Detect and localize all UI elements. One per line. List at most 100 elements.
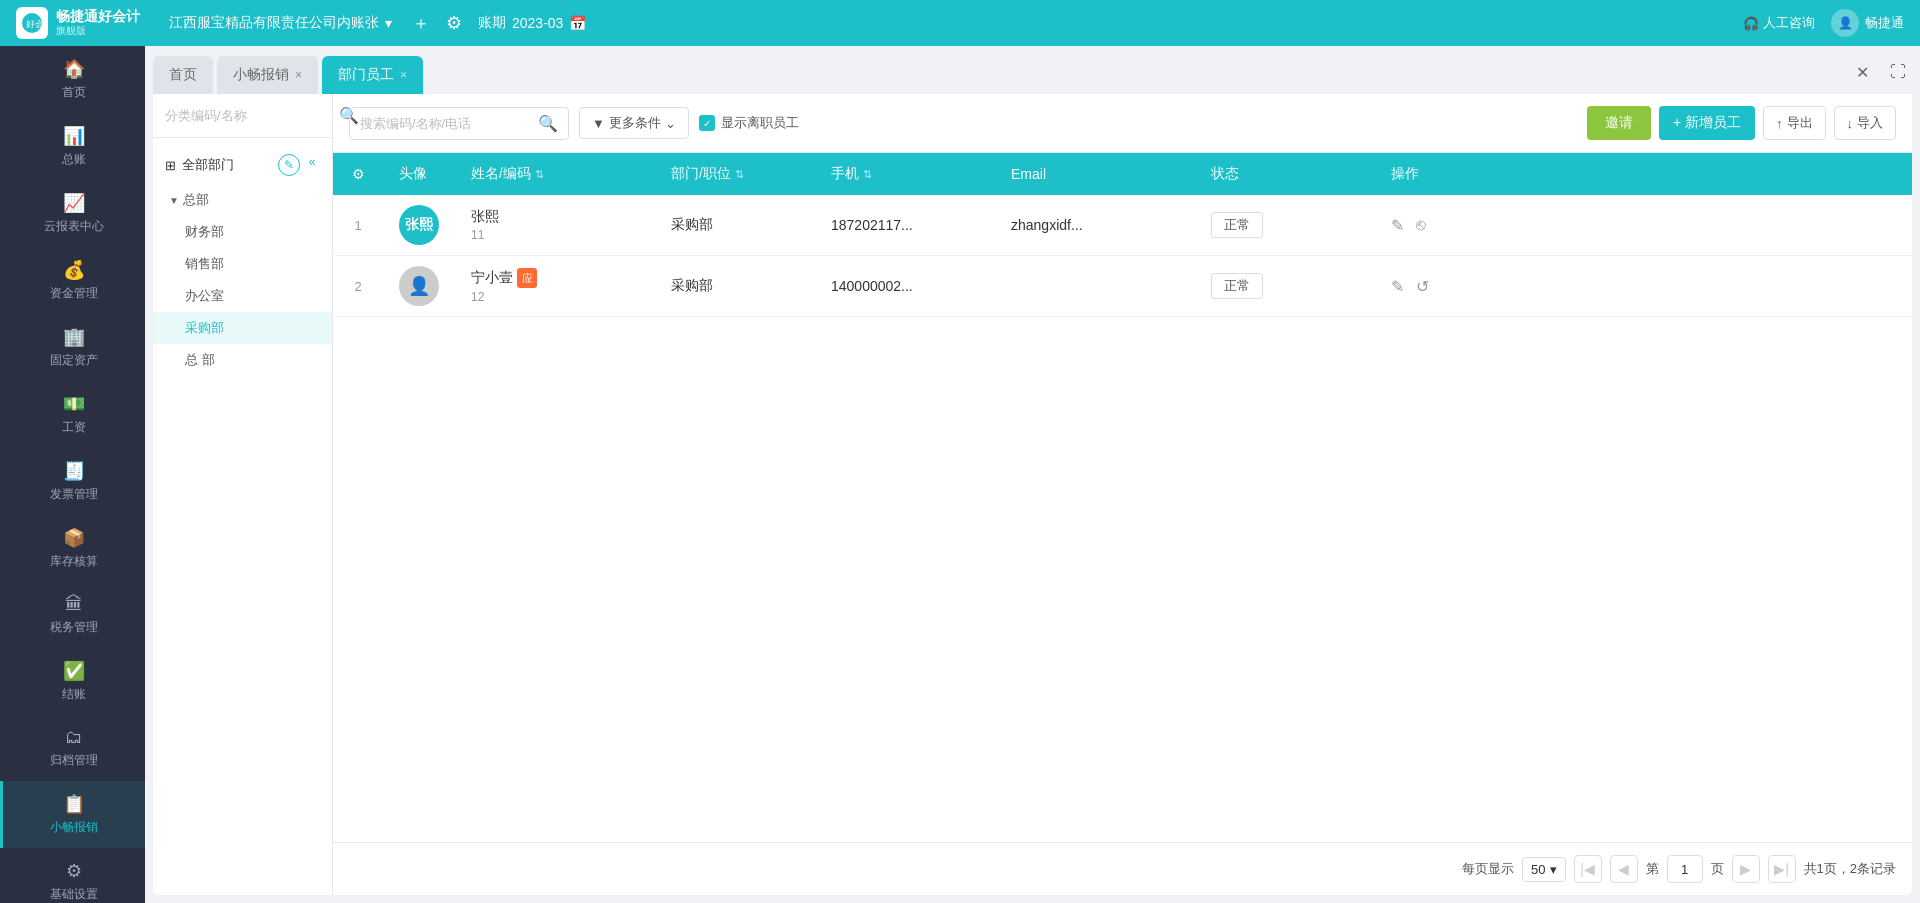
import-label: 导入 [1857,114,1883,132]
sidebar-item-ledger[interactable]: 📊 总账 [0,113,145,180]
user-area[interactable]: 👤 畅捷通 [1831,9,1904,37]
row2-email-cell [995,256,1195,317]
close-tab-button[interactable]: ✕ [1848,58,1876,86]
sidebar-item-home[interactable]: 🏠 首页 [0,46,145,113]
col-status: 状态 [1195,153,1375,195]
tab-dept-employee[interactable]: 部门员工 × [322,56,423,94]
dept-search-input[interactable] [165,108,333,123]
current-page-input[interactable] [1667,855,1703,883]
export-button[interactable]: ↑ 导出 [1763,106,1826,140]
checkout-icon: ✅ [63,660,85,682]
sidebar-item-archive[interactable]: 🗂 归档管理 [0,715,145,781]
sidebar-item-reports[interactable]: 📈 云报表中心 [0,180,145,247]
tab-dept-close[interactable]: × [400,68,407,82]
col-dept[interactable]: 部门/职位 ⇅ [655,153,815,195]
dept-node-caiwu[interactable]: 财务部 [153,216,332,248]
employee-search-input[interactable] [360,116,532,131]
show-resigned-checkbox[interactable]: ✓ [699,115,715,131]
dept-tree: ⊞ 全部部门 ✎ « ▼ 总部 [153,138,332,895]
employee-toolbar: 🔍 ▼ 更多条件 ⌄ ✓ 显示离职员工 邀请 [333,94,1912,153]
invite-button[interactable]: 邀请 [1587,106,1651,140]
add-button[interactable]: ＋ [412,11,430,35]
row2-refresh-icon[interactable]: ↺ [1416,277,1429,296]
collapse-tree-icon[interactable]: « [304,154,320,170]
dept-node-xiaoshou[interactable]: 销售部 [153,248,332,280]
row1-edit-icon[interactable]: ✎ [1391,216,1404,235]
logo-area: 好会计 畅捷通好会计 旗舰版 [16,7,161,39]
sidebar-label-xiaochang: 小畅报销 [50,819,98,836]
row1-logout-icon[interactable]: ⎋ [1416,216,1426,234]
import-button[interactable]: ↓ 导入 [1834,106,1897,140]
sidebar-item-funds[interactable]: 💰 资金管理 [0,247,145,314]
row2-name: 宁小壹 [471,269,513,287]
col-settings: ⚙ [333,153,383,195]
sidebar-item-tax[interactable]: 🏛 税务管理 [0,582,145,648]
filter-icon: ▼ [592,116,605,131]
tab-xiaochang-close[interactable]: × [295,68,302,82]
employee-table-body: 1 张熙 张熙 11 [333,195,1912,317]
dept-sort-icon: ⇅ [735,168,744,180]
row1-status-cell: 正常 [1195,195,1375,256]
col-name[interactable]: 姓名/编码 ⇅ [455,153,655,195]
search-icon[interactable]: 🔍 [538,114,558,133]
dept-node-bangongshi[interactable]: 办公室 [153,280,332,312]
expand-tab-button[interactable]: ⛶ [1884,58,1912,86]
settings-button[interactable]: ⚙ [446,12,462,34]
col-email: Email [995,153,1195,195]
user-name: 畅捷通 [1865,14,1904,32]
last-page-button[interactable]: ▶| [1768,855,1796,883]
dept-node-zongbu-child[interactable]: 总 部 [153,344,332,376]
expand-arrow: ▼ [169,195,179,206]
header-actions: ＋ ⚙ 账期 2023-03 📅 [412,11,586,35]
page-of-label: 页 [1711,860,1724,878]
calendar-icon[interactable]: 📅 [569,15,586,31]
add-label: + 新增员工 [1673,114,1741,132]
page-size-value: 50 [1531,862,1545,877]
home-icon: 🏠 [63,58,85,80]
sidebar-item-settings[interactable]: ⚙ 基础设置 [0,848,145,903]
dept-node-caigou[interactable]: 采购部 [153,312,332,344]
dept-caiwu-label: 财务部 [185,223,224,241]
prev-page-button[interactable]: ◀ [1610,855,1638,883]
dept-caigou-label: 采购部 [185,319,224,337]
first-page-button[interactable]: |◀ [1574,855,1602,883]
row2-status: 正常 [1211,273,1263,299]
row2-edit-icon[interactable]: ✎ [1391,277,1404,296]
row1-actions: ✎ ⎋ [1391,216,1896,235]
show-resigned-toggle[interactable]: ✓ 显示离职员工 [699,114,799,132]
dept-node-zongbu-parent[interactable]: ▼ 总部 [153,184,332,216]
col-phone[interactable]: 手机 ⇅ [815,153,995,195]
row2-name-row: 宁小壹 应 [471,268,639,288]
support-label: 人工咨询 [1763,14,1815,32]
employee-panel: 🔍 ▼ 更多条件 ⌄ ✓ 显示离职员工 邀请 [333,94,1912,895]
support-button[interactable]: 🎧 人工咨询 [1743,14,1815,32]
more-filter-button[interactable]: ▼ 更多条件 ⌄ [579,107,689,139]
sidebar-label-inventory: 库存核算 [50,553,98,570]
sidebar-label-tax: 税务管理 [50,619,98,636]
edit-dept-icon[interactable]: ✎ [278,154,300,176]
period-area: 账期 2023-03 📅 [478,14,586,32]
sidebar-item-salary[interactable]: 💵 工资 [0,381,145,448]
dept-panel: 🔍 ⊞ 全部部门 ✎ « [153,94,333,895]
row1-name: 张熙 [471,208,639,226]
sidebar-item-assets[interactable]: 🏢 固定资产 [0,314,145,381]
row2-name-code: 宁小壹 应 12 [471,268,639,304]
sidebar-label-home: 首页 [62,84,86,101]
add-employee-button[interactable]: + 新增员工 [1659,106,1755,140]
sidebar-item-xiaochang[interactable]: 📋 小畅报销 [0,781,145,848]
sidebar-item-inventory[interactable]: 📦 库存核算 [0,515,145,582]
app-name-block: 畅捷通好会计 旗舰版 [56,8,140,39]
settings-col-icon[interactable]: ⚙ [352,166,365,182]
row1-phone: 187202117... [831,217,913,233]
sidebar-item-checkout[interactable]: ✅ 结账 [0,648,145,715]
next-page-button[interactable]: ▶ [1732,855,1760,883]
all-departments-header[interactable]: ⊞ 全部部门 ✎ « [153,146,332,184]
tab-home[interactable]: 首页 [153,56,213,94]
sidebar-label-archive: 归档管理 [50,752,98,769]
tab-xiaochang[interactable]: 小畅报销 × [217,56,318,94]
sidebar-item-invoice[interactable]: 🧾 发票管理 [0,448,145,515]
company-selector[interactable]: 江西服宝精品有限责任公司内账张 ▾ [169,14,392,32]
page-size-select[interactable]: 50 ▾ [1522,857,1565,882]
row1-avatar-cell: 张熙 [383,195,455,256]
row1-code: 11 [471,228,639,242]
